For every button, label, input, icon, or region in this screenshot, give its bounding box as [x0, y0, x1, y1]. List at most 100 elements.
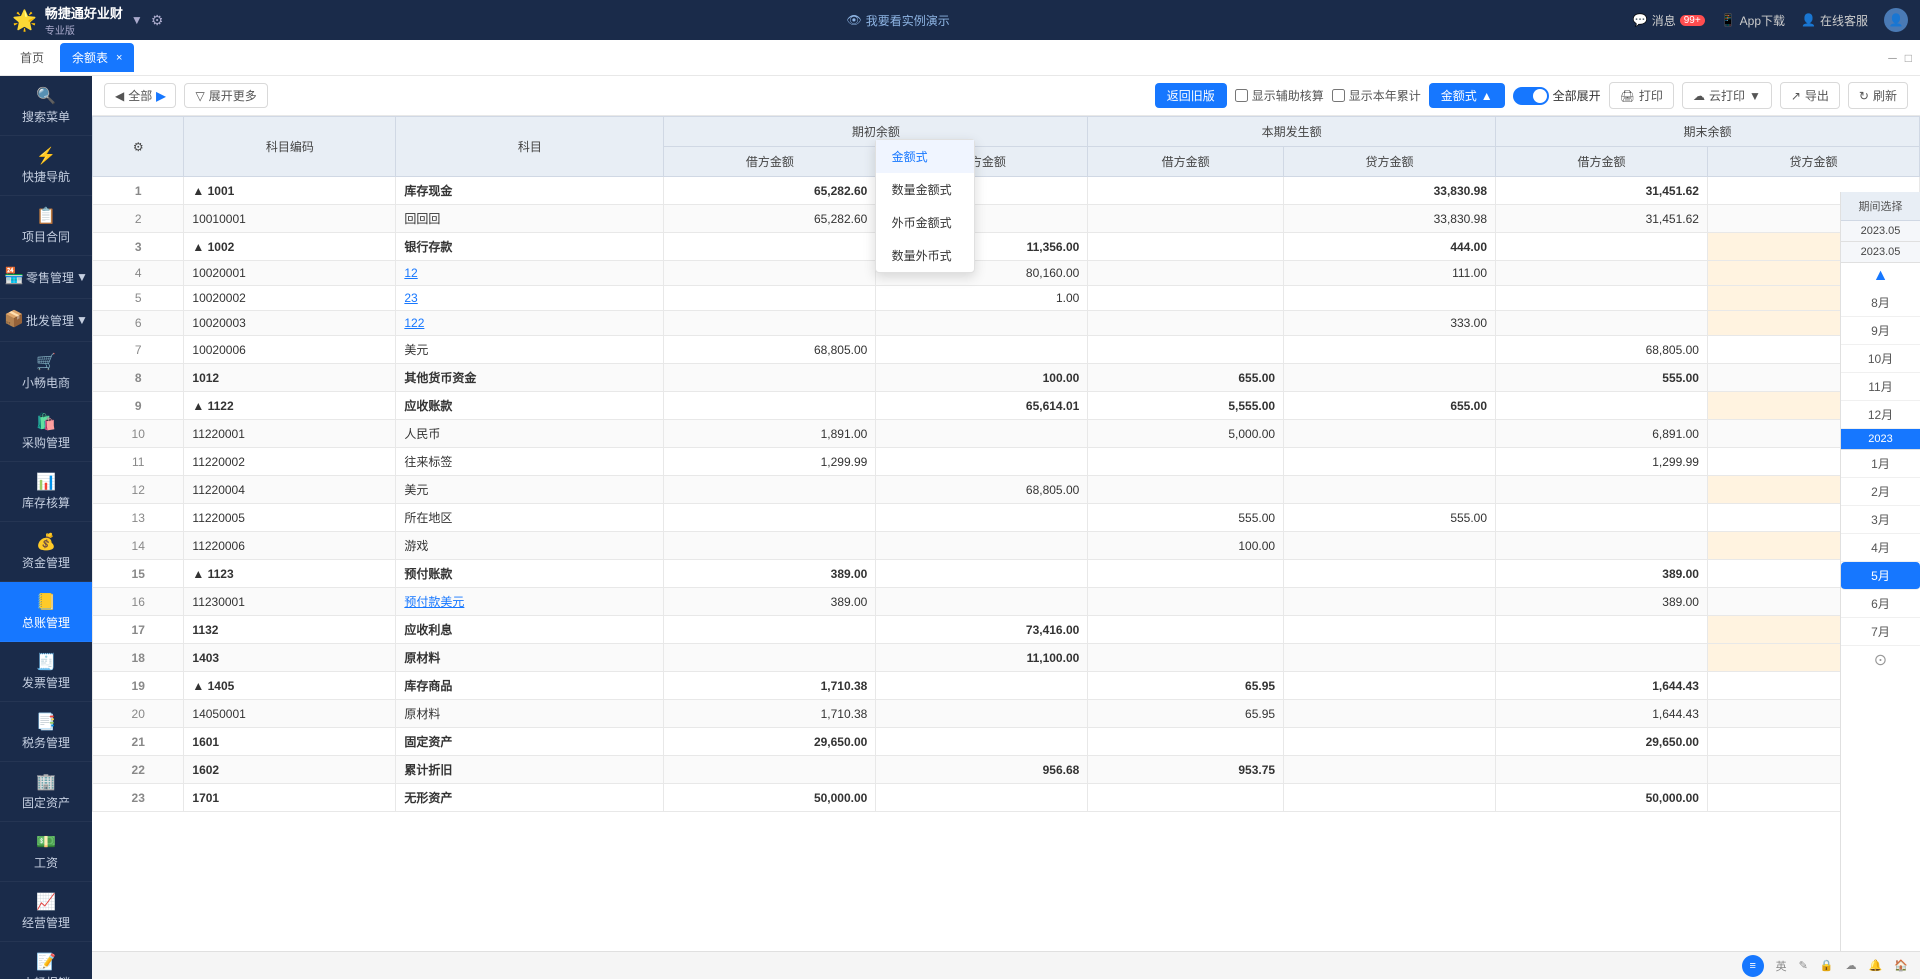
table-cell: 11220004 — [184, 476, 396, 504]
return-old-btn[interactable]: 返回旧版 — [1155, 83, 1227, 108]
sidebar-item-operations[interactable]: 📈 经营管理 — [0, 882, 92, 942]
period-month-5[interactable]: 5月 — [1841, 562, 1920, 590]
table-cell: 美元 — [396, 476, 664, 504]
sidebar-item-purchase[interactable]: 🛍️ 采购管理 — [0, 402, 92, 462]
period-month-3[interactable]: 3月 — [1841, 506, 1920, 534]
floating-btn-1[interactable]: ≡ — [1742, 955, 1764, 977]
table-row[interactable]: 9▲ 1122应收账款65,614.015,555.00655.0060,714… — [93, 392, 1920, 420]
table-cell — [1496, 233, 1708, 261]
sidebar-item-capital[interactable]: 💰 资金管理 — [0, 522, 92, 582]
table-row[interactable]: 1011220001人民币1,891.005,000.006,891.00 — [93, 420, 1920, 448]
dropdown-item-qty-foreign[interactable]: 数量外币式 — [876, 239, 974, 272]
sidebar-item-quicknav[interactable]: ⚡ 快捷导航 — [0, 136, 92, 196]
sidebar-item-salary[interactable]: 💵 工资 — [0, 822, 92, 882]
table-cell: 2 — [93, 205, 184, 233]
table-row[interactable]: 181403原材料11,100.0011,100.00 — [93, 644, 1920, 672]
cloud-print-btn[interactable]: ☁ 云打印 ▼ — [1682, 82, 1772, 109]
table-row[interactable]: 1411220006游戏100.00100.00 — [93, 532, 1920, 560]
table-cell: 14050001 — [184, 700, 396, 728]
table-row[interactable]: 510020002231.001.00 — [93, 286, 1920, 311]
tab-maximize[interactable]: □ — [1905, 51, 1912, 65]
mode-dropdown-btn[interactable]: 金额式 ▲ — [1429, 83, 1505, 108]
sidebar-item-tax[interactable]: 📑 税务管理 — [0, 702, 92, 762]
ledger-icon: 📒 — [4, 592, 88, 612]
period-month-7[interactable]: 7月 — [1841, 618, 1920, 646]
settings-col-header[interactable]: ⚙ — [93, 117, 184, 177]
table-row[interactable]: 231701无形资产50,000.0050,000.00 — [93, 784, 1920, 812]
user-area[interactable]: 👤 — [1884, 8, 1908, 32]
table-row[interactable]: 211601固定资产29,650.0029,650.00 — [93, 728, 1920, 756]
tab-close-btn[interactable]: × — [116, 52, 122, 64]
table-row[interactable]: 171132应收利息73,416.0073,416.00 — [93, 616, 1920, 644]
table-row[interactable]: 15▲ 1123预付账款389.00389.00 — [93, 560, 1920, 588]
content-area: ◀ 全部 ▶ ▽ 展开更多 返回旧版 显示辅助核算 显示本年累计 — [92, 76, 1920, 979]
message-area[interactable]: 💬 消息 99+ — [1633, 12, 1705, 29]
sidebar-item-reports[interactable]: 📝 小畅报销 — [0, 942, 92, 979]
export-btn[interactable]: ↗ 导出 — [1780, 82, 1840, 109]
period-month-6[interactable]: 6月 — [1841, 590, 1920, 618]
tab-home[interactable]: 首页 — [8, 43, 56, 72]
tab-minimize[interactable]: ─ — [1888, 51, 1897, 65]
dropdown-item-qty-amount[interactable]: 数量金额式 — [876, 173, 974, 206]
period-down-nav[interactable]: ⊙ — [1841, 646, 1920, 674]
show-aux-checkbox[interactable]: 显示辅助核算 — [1235, 87, 1324, 104]
table-cell: 100.00 — [1088, 532, 1284, 560]
table-container[interactable]: ⚙ 科目编码 科目 期初余额 本期发生额 期末余额 借方金额 贷方金额 借方金额… — [92, 116, 1920, 951]
app-download[interactable]: 📱 App下载 — [1721, 12, 1785, 29]
sidebar-item-assets[interactable]: 🏢 固定资产 — [0, 762, 92, 822]
period-month-11[interactable]: 11月 — [1841, 373, 1920, 401]
dropdown-arrow[interactable]: ▼ — [131, 13, 143, 27]
table-row[interactable]: 19▲ 1405库存商品1,710.3865.951,644.43 — [93, 672, 1920, 700]
sidebar-item-inventory[interactable]: 📊 库存核算 — [0, 462, 92, 522]
print-btn[interactable]: 🖨 打印 — [1609, 82, 1674, 109]
period-month-2[interactable]: 2月 — [1841, 478, 1920, 506]
refresh-btn[interactable]: ↻ 刷新 — [1848, 82, 1908, 109]
cur-credit-header: 贷方金额 — [1284, 147, 1496, 177]
table-cell: 111.00 — [1284, 261, 1496, 286]
all-button[interactable]: ◀ 全部 ▶ — [104, 83, 176, 108]
sidebar-item-ledger[interactable]: 📒 总账管理 — [0, 582, 92, 642]
table-row[interactable]: 221602累计折旧956.68953.751,910.43 — [93, 756, 1920, 784]
sidebar-item-invoice[interactable]: 🧾 发票管理 — [0, 642, 92, 702]
balance-table: ⚙ 科目编码 科目 期初余额 本期发生额 期末余额 借方金额 贷方金额 借方金额… — [92, 116, 1920, 812]
table-row[interactable]: 1111220002往来标签1,299.991,299.99 — [93, 448, 1920, 476]
sidebar-item-contract[interactable]: 📋 项目合同 — [0, 196, 92, 256]
table-cell — [1088, 233, 1284, 261]
table-row[interactable]: 210010001回回回65,282.6033,830.9831,451.62 — [93, 205, 1920, 233]
online-service[interactable]: 👤 在线客服 — [1801, 12, 1868, 29]
tab-balance[interactable]: 余额表 × — [60, 43, 134, 72]
settings-icon[interactable]: ⚙ — [151, 12, 164, 29]
period-month-9[interactable]: 9月 — [1841, 317, 1920, 345]
table-row[interactable]: 3▲ 1002银行存款11,356.00444.0011,800.00 — [93, 233, 1920, 261]
sidebar-item-search[interactable]: 🔍 搜索菜单 — [0, 76, 92, 136]
subject-header: 科目 — [396, 117, 664, 177]
period-month-1[interactable]: 1月 — [1841, 450, 1920, 478]
demo-link[interactable]: 👁 我要看实例演示 — [846, 12, 949, 29]
table-row[interactable]: 610020003122333.00333.00 — [93, 311, 1920, 336]
table-row[interactable]: 2014050001原材料1,710.3865.951,644.43 — [93, 700, 1920, 728]
period-month-8[interactable]: 8月 — [1841, 289, 1920, 317]
period-month-12[interactable]: 12月 — [1841, 401, 1920, 429]
table-row[interactable]: 1▲ 1001库存现金65,282.6033,830.9831,451.62 — [93, 177, 1920, 205]
period-month-10[interactable]: 10月 — [1841, 345, 1920, 373]
table-row[interactable]: 1311220005所在地区555.00555.00 — [93, 504, 1920, 532]
table-row[interactable]: 1611230001预付款美元389.00389.00 — [93, 588, 1920, 616]
table-cell — [1284, 588, 1496, 616]
sidebar-item-wholesale[interactable]: 📦 批发管理 ▼ — [0, 299, 92, 342]
toggle-switch-control[interactable] — [1513, 87, 1549, 105]
table-row[interactable]: 4100200011280,160.00111.0080,271.00 — [93, 261, 1920, 286]
table-row[interactable]: 710020006美元68,805.0068,805.00 — [93, 336, 1920, 364]
expand-all-toggle[interactable]: 全部展开 — [1513, 87, 1601, 105]
dropdown-item-foreign[interactable]: 外币金额式 — [876, 206, 974, 239]
sidebar-item-ecommerce[interactable]: 🛒 小畅电商 — [0, 342, 92, 402]
table-row[interactable]: 81012其他货币资金100.00655.00555.00 — [93, 364, 1920, 392]
table-row[interactable]: 1211220004美元68,805.0068,805.00 — [93, 476, 1920, 504]
period-month-4[interactable]: 4月 — [1841, 534, 1920, 562]
table-cell: 3 — [93, 233, 184, 261]
expand-button[interactable]: ▽ 展开更多 — [184, 83, 267, 108]
show-annual-checkbox[interactable]: 显示本年累计 — [1332, 87, 1421, 104]
table-cell: 19 — [93, 672, 184, 700]
period-up-nav[interactable]: ▲ — [1841, 263, 1920, 289]
sidebar-item-retail[interactable]: 🏪 零售管理 ▼ — [0, 256, 92, 299]
dropdown-item-amount[interactable]: 金额式 — [876, 140, 974, 173]
